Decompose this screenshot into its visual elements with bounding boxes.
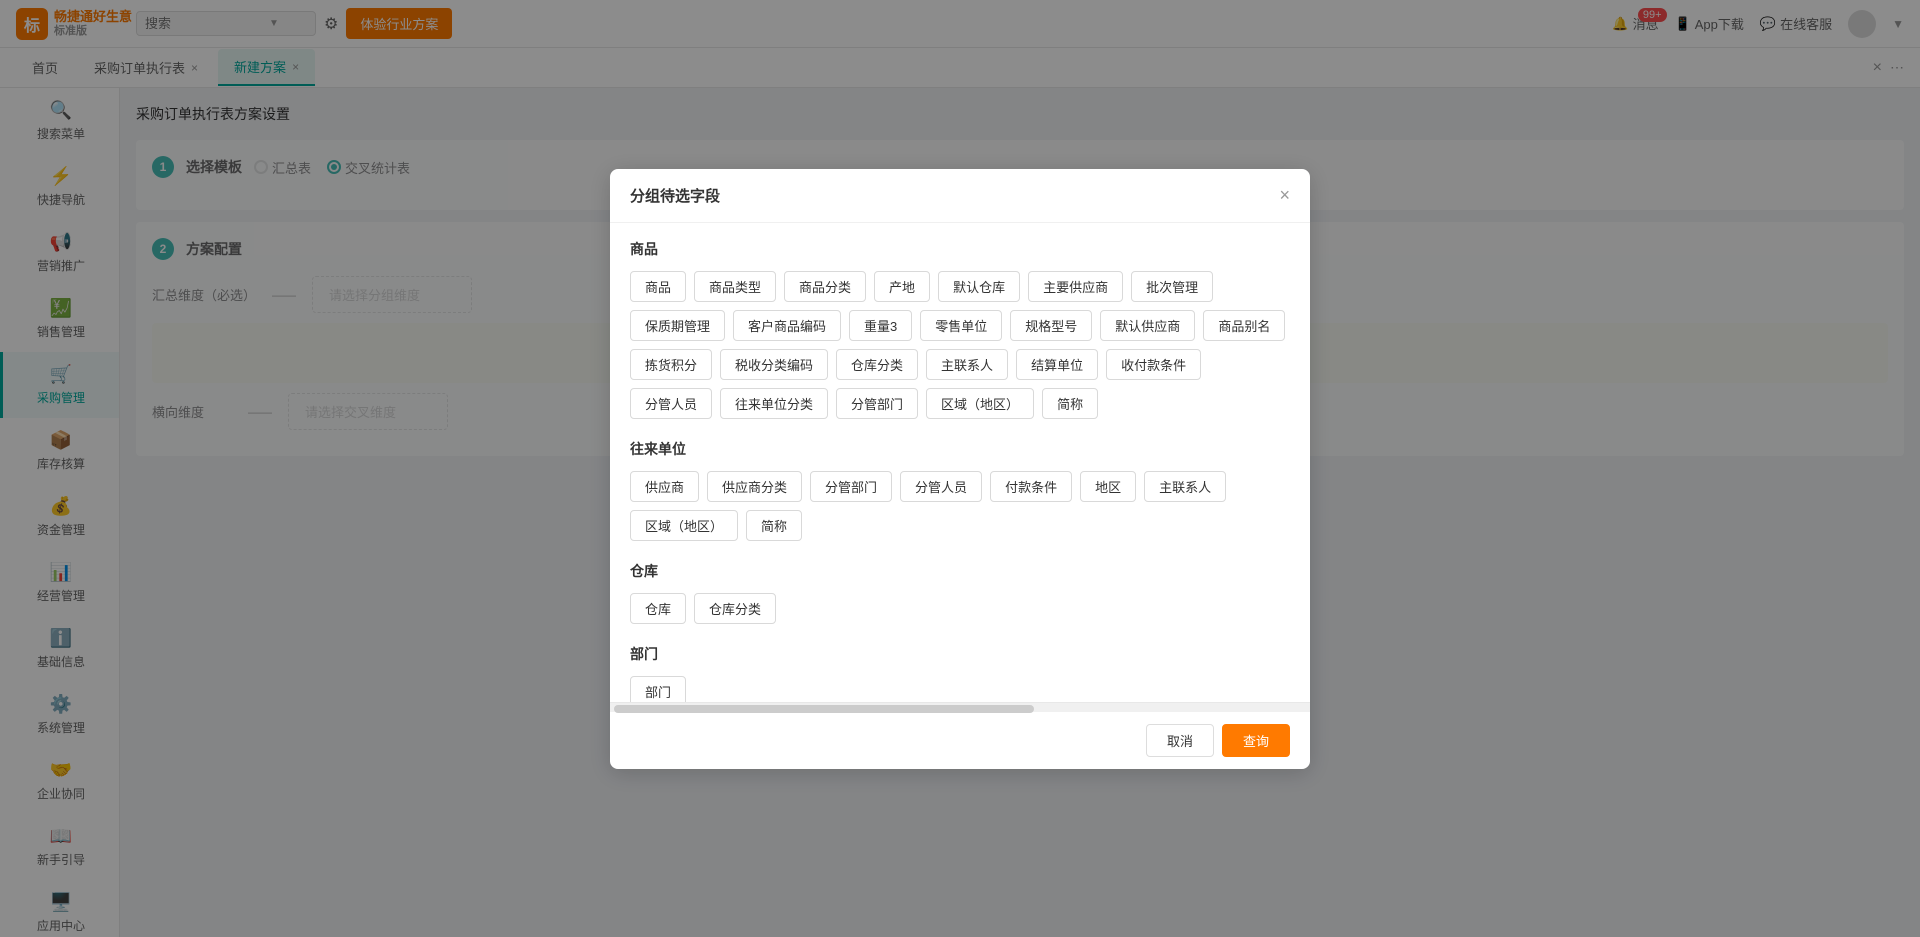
field-tags-0: 商品商品类型商品分类产地默认仓库主要供应商批次管理保质期管理客户商品编码重量3 零… (630, 271, 1290, 419)
modal-body: 商品商品商品类型商品分类产地默认仓库主要供应商批次管理保质期管理客户商品编码重量… (610, 223, 1310, 702)
field-tag-0-19[interactable]: 收付款条件 (1106, 349, 1201, 380)
modal-section-3: 部门部门 (630, 644, 1290, 702)
field-tag-0-8[interactable]: 客户商品编码 (733, 310, 841, 341)
field-tag-2-0[interactable]: 仓库 (630, 593, 686, 624)
field-tags-1: 供应商供应商分类分管部门分管人员付款条件地区主联系人区域（地区） 简称 (630, 471, 1290, 541)
field-tag-0-1[interactable]: 商品类型 (694, 271, 776, 302)
field-tag-0-11[interactable]: 规格型号 (1010, 310, 1092, 341)
modal-footer: 取消 查询 (610, 711, 1310, 769)
modal-horizontal-scrollbar[interactable] (610, 702, 1310, 711)
field-tag-0-9[interactable]: 重量3 (849, 310, 912, 341)
modal-header: 分组待选字段 × (610, 169, 1310, 223)
section-title-3: 部门 (630, 644, 1290, 664)
modal-section-2: 仓库仓库仓库分类 (630, 561, 1290, 624)
modal-title: 分组待选字段 (630, 185, 720, 206)
section-title-1: 往来单位 (630, 439, 1290, 459)
field-tag-0-10[interactable]: 零售单位 (920, 310, 1002, 341)
field-tags-3: 部门 (630, 676, 1290, 702)
field-select-modal: 分组待选字段 × 商品商品商品类型商品分类产地默认仓库主要供应商批次管理保质期管… (610, 169, 1310, 769)
field-tag-1-2[interactable]: 分管部门 (810, 471, 892, 502)
field-tag-0-16[interactable]: 仓库分类 (836, 349, 918, 380)
field-tag-1-0[interactable]: 供应商 (630, 471, 699, 502)
field-tag-0-7[interactable]: 保质期管理 (630, 310, 725, 341)
field-tag-0-21[interactable]: 往来单位分类 (720, 388, 828, 419)
field-tag-1-5[interactable]: 地区 (1080, 471, 1136, 502)
field-tag-1-6[interactable]: 主联系人 (1144, 471, 1226, 502)
modal-close-icon[interactable]: × (1279, 185, 1290, 206)
field-tag-0-24[interactable]: 简称 (1042, 388, 1098, 419)
modal-section-1: 往来单位供应商供应商分类分管部门分管人员付款条件地区主联系人区域（地区） 简称 (630, 439, 1290, 541)
field-tag-0-13[interactable]: 商品别名 (1203, 310, 1285, 341)
field-tag-1-7[interactable]: 区域（地区） (630, 510, 738, 541)
field-tag-1-4[interactable]: 付款条件 (990, 471, 1072, 502)
modal-cancel-button[interactable]: 取消 (1146, 724, 1214, 757)
field-tag-0-15[interactable]: 税收分类编码 (720, 349, 828, 380)
field-tag-0-6[interactable]: 批次管理 (1131, 271, 1213, 302)
section-title-2: 仓库 (630, 561, 1290, 581)
field-tags-2: 仓库仓库分类 (630, 593, 1290, 624)
field-tag-0-14[interactable]: 拣货积分 (630, 349, 712, 380)
modal-section-0: 商品商品商品类型商品分类产地默认仓库主要供应商批次管理保质期管理客户商品编码重量… (630, 239, 1290, 419)
field-tag-3-0[interactable]: 部门 (630, 676, 686, 702)
field-tag-0-20[interactable]: 分管人员 (630, 388, 712, 419)
modal-hscroll-thumb (614, 705, 1034, 713)
field-tag-0-17[interactable]: 主联系人 (926, 349, 1008, 380)
field-tag-1-3[interactable]: 分管人员 (900, 471, 982, 502)
field-tag-0-2[interactable]: 商品分类 (784, 271, 866, 302)
field-tag-0-18[interactable]: 结算单位 (1016, 349, 1098, 380)
modal-confirm-button[interactable]: 查询 (1222, 724, 1290, 757)
field-tag-0-12[interactable]: 默认供应商 (1100, 310, 1195, 341)
field-tag-0-5[interactable]: 主要供应商 (1028, 271, 1123, 302)
field-tag-0-22[interactable]: 分管部门 (836, 388, 918, 419)
field-tag-0-0[interactable]: 商品 (630, 271, 686, 302)
field-tag-0-3[interactable]: 产地 (874, 271, 930, 302)
field-tag-1-8[interactable]: 简称 (746, 510, 802, 541)
section-title-0: 商品 (630, 239, 1290, 259)
field-tag-0-4[interactable]: 默认仓库 (938, 271, 1020, 302)
field-tag-0-23[interactable]: 区域（地区） (926, 388, 1034, 419)
field-tag-1-1[interactable]: 供应商分类 (707, 471, 802, 502)
field-tag-2-1[interactable]: 仓库分类 (694, 593, 776, 624)
